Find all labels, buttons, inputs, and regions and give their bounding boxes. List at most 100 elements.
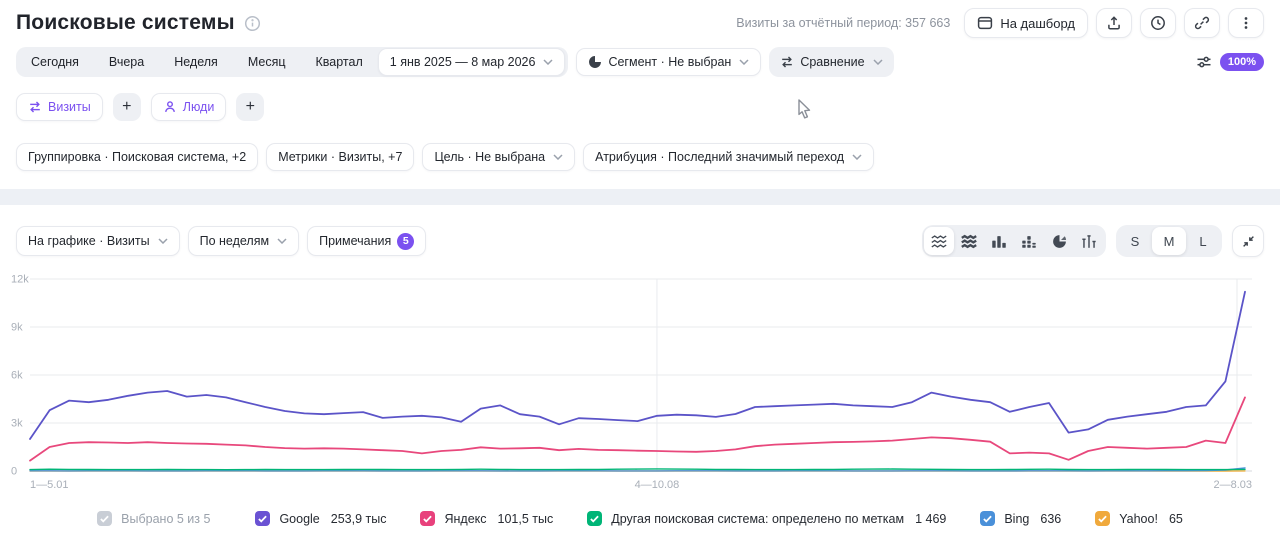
checkbox-icon[interactable]: [255, 511, 270, 526]
chevron-down-icon: [739, 59, 749, 65]
header: Поисковые системы Визиты за отчётный пер…: [0, 0, 1280, 38]
attribution-selector[interactable]: Атрибуция · Последний значимый переход: [583, 143, 874, 171]
copy-link-button[interactable]: [1184, 8, 1220, 38]
chevron-down-icon: [158, 238, 168, 244]
visits-chip-label: Визиты: [48, 100, 91, 114]
kebab-menu-icon: [1238, 15, 1254, 31]
granularity-selector[interactable]: По неделям: [188, 226, 299, 256]
report-page: Поисковые системы Визиты за отчётный пер…: [0, 0, 1280, 552]
line-chart-icon: [930, 234, 948, 249]
link-icon: [1194, 15, 1210, 31]
chart-type-switcher: [922, 225, 1106, 257]
chart-type-columns-button[interactable]: [1074, 227, 1104, 255]
chevron-down-icon: [543, 59, 553, 65]
header-actions: Визиты за отчётный период: 357 663 На да…: [736, 8, 1264, 38]
legend-label: Bing: [1004, 512, 1029, 526]
to-dashboard-button[interactable]: На дашборд: [964, 8, 1088, 38]
chart-type-lines-button[interactable]: [924, 227, 954, 255]
legend-item-yahoo[interactable]: Yahoo! 65: [1095, 511, 1183, 526]
period-filter-row: Сегодня Вчера Неделя Месяц Квартал 1 янв…: [0, 47, 1280, 77]
chart-type-areas-button[interactable]: [954, 227, 984, 255]
stacked-area-icon: [960, 234, 978, 249]
legend-item-google[interactable]: Google 253,9 тыс: [255, 511, 386, 526]
collapse-chart-button[interactable]: [1232, 225, 1264, 257]
checkbox-icon[interactable]: [97, 511, 112, 526]
collapse-icon: [1241, 234, 1256, 249]
column-chart-icon: [1080, 234, 1098, 249]
dashboard-icon: [977, 15, 993, 31]
export-button[interactable]: [1096, 8, 1132, 38]
legend-item-yandex[interactable]: Яндекс 101,5 тыс: [420, 511, 553, 526]
metric-chips-row: Визиты + Люди +: [0, 93, 1280, 121]
share-icon: [1106, 15, 1122, 31]
legend-value: 636: [1040, 512, 1061, 526]
legend-select-all[interactable]: Выбрано 5 из 5: [97, 511, 221, 526]
visits-metric-chip[interactable]: Визиты: [16, 93, 103, 121]
people-metric-chip[interactable]: Люди: [151, 93, 227, 121]
on-chart-metric-selector[interactable]: На графике · Визиты: [16, 226, 180, 256]
chart-size-m[interactable]: M: [1152, 227, 1186, 255]
add-people-segment-button[interactable]: +: [236, 93, 264, 121]
chart-view-controls: S M L: [922, 225, 1264, 257]
chart-type-bars-button[interactable]: [984, 227, 1014, 255]
person-icon: [163, 100, 177, 114]
legend-item-bing[interactable]: Bing 636: [980, 511, 1061, 526]
date-range-picker[interactable]: 1 янв 2025 — 8 мар 2026: [378, 48, 566, 76]
segment-selector[interactable]: Сегмент · Не выбран: [576, 48, 761, 76]
legend-item-other[interactable]: Другая поисковая система: определено по …: [587, 511, 946, 526]
notes-count-badge: 5: [397, 233, 414, 250]
granularity-label: По неделям: [200, 234, 269, 248]
visits-line-chart[interactable]: 03k6k9k12k1—5.014—10.082—8.03: [0, 263, 1280, 503]
svg-text:2—8.03: 2—8.03: [1213, 479, 1252, 491]
checkbox-icon[interactable]: [587, 511, 602, 526]
history-button[interactable]: [1140, 8, 1176, 38]
sampling-sliders-icon[interactable]: [1196, 54, 1212, 70]
sampling-badge[interactable]: 100%: [1220, 53, 1264, 71]
people-chip-label: Люди: [183, 100, 215, 114]
more-menu-button[interactable]: [1228, 8, 1264, 38]
legend-value: 1 469: [915, 512, 946, 526]
svg-text:1—5.01: 1—5.01: [30, 479, 69, 491]
on-chart-label: На графике · Визиты: [28, 234, 150, 248]
period-tab-today[interactable]: Сегодня: [16, 55, 94, 69]
metrics-selector[interactable]: Метрики · Визиты, +7: [266, 143, 414, 171]
period-tab-quarter[interactable]: Квартал: [301, 55, 378, 69]
section-separator: [0, 189, 1280, 205]
page-title: Поисковые системы: [16, 11, 235, 35]
notes-toggle[interactable]: Примечания 5: [307, 226, 426, 256]
segment-label: Сегмент · Не выбран: [608, 55, 731, 69]
clock-icon: [1150, 15, 1166, 31]
compare-icon: [780, 55, 794, 69]
segment-pie-icon: [588, 55, 602, 69]
add-visits-segment-button[interactable]: +: [113, 93, 141, 121]
chart-size-switcher: S M L: [1116, 225, 1222, 257]
bar-chart-icon: [990, 234, 1008, 249]
goal-selector[interactable]: Цель · Не выбрана: [422, 143, 575, 171]
metrics-label: Метрики · Визиты, +7: [278, 150, 402, 164]
chart-type-pie-button[interactable]: [1044, 227, 1074, 255]
chart-size-s[interactable]: S: [1118, 227, 1152, 255]
info-icon[interactable]: [244, 15, 261, 32]
chart-type-stacked-bars-button[interactable]: [1014, 227, 1044, 255]
stacked-bar-icon: [1020, 234, 1038, 249]
goal-label: Цель · Не выбрана: [434, 150, 545, 164]
period-tab-yesterday[interactable]: Вчера: [94, 55, 159, 69]
checkbox-icon[interactable]: [420, 511, 435, 526]
attribution-label: Атрибуция · Последний значимый переход: [595, 150, 844, 164]
to-dashboard-label: На дашборд: [1000, 16, 1075, 31]
checkbox-icon[interactable]: [1095, 511, 1110, 526]
period-tab-month[interactable]: Месяц: [233, 55, 301, 69]
grouping-selector[interactable]: Группировка · Поисковая система, +2: [16, 143, 258, 171]
chart-legend: Выбрано 5 из 5 Google 253,9 тыс Яндекс 1…: [0, 511, 1280, 526]
compare-selector[interactable]: Сравнение: [769, 47, 893, 77]
notes-label: Примечания: [319, 234, 391, 248]
sampling-controls: 100%: [1196, 53, 1264, 71]
chevron-down-icon: [852, 154, 862, 160]
legend-label: Яндекс: [444, 512, 486, 526]
chart-controls-row: На графике · Визиты По неделям Примечани…: [0, 225, 1280, 257]
chart-size-l[interactable]: L: [1186, 227, 1220, 255]
visits-summary: Визиты за отчётный период: 357 663: [736, 16, 950, 30]
checkbox-icon[interactable]: [980, 511, 995, 526]
period-tab-week[interactable]: Неделя: [159, 55, 233, 69]
legend-value: 65: [1169, 512, 1183, 526]
